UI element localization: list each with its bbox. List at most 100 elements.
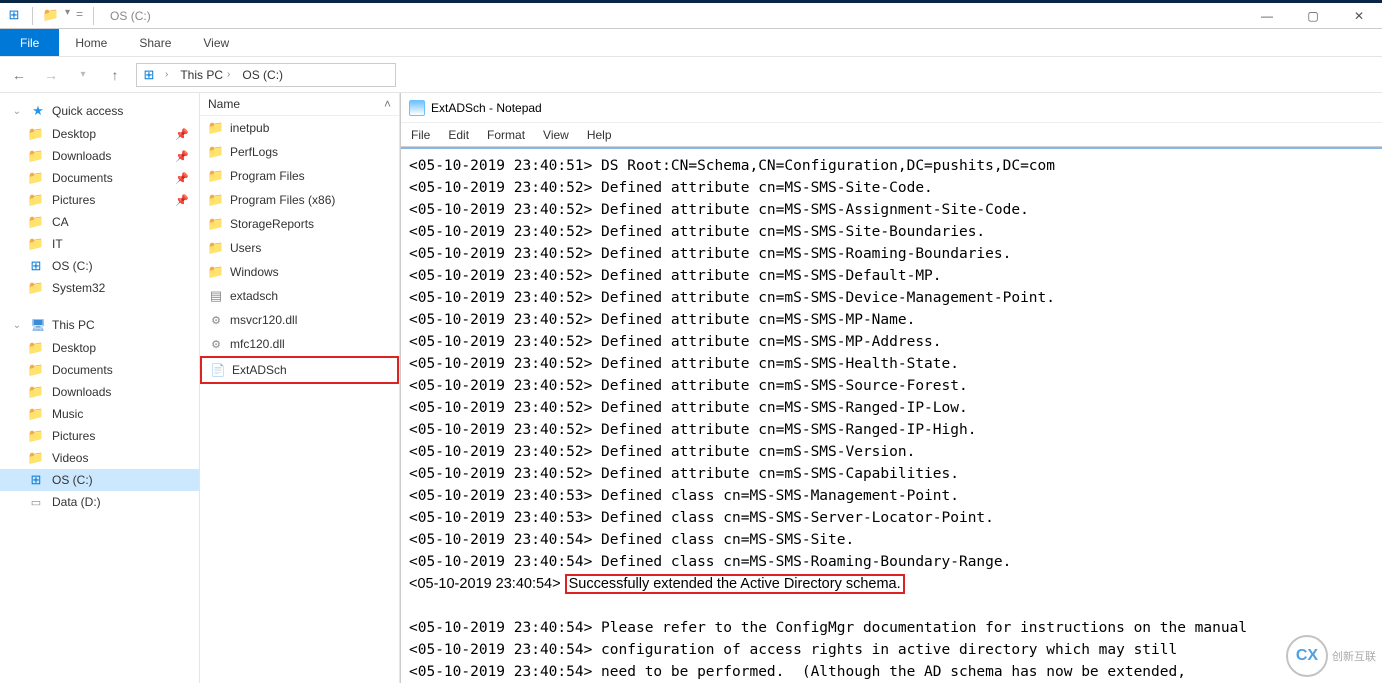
file-name: Program Files (x86) <box>230 193 335 207</box>
home-tab[interactable]: Home <box>59 29 123 56</box>
sidebar-item-label: CA <box>52 215 69 229</box>
recent-dropdown-icon[interactable]: ▾ <box>72 64 94 86</box>
menu-view[interactable]: View <box>543 128 569 142</box>
forward-button[interactable]: → <box>40 64 62 86</box>
folder-icon <box>28 384 44 400</box>
sidebar-item[interactable]: Desktop <box>0 337 199 359</box>
file-row[interactable]: StorageReports <box>200 212 399 236</box>
file-row[interactable]: inetpub <box>200 116 399 140</box>
quick-access-group[interactable]: ⌄ Quick access <box>0 99 199 123</box>
sidebar-item-label: Downloads <box>52 149 111 163</box>
menu-edit[interactable]: Edit <box>448 128 469 142</box>
sidebar-item[interactable]: OS (C:) <box>0 255 199 277</box>
sidebar-item[interactable]: IT <box>0 233 199 255</box>
pin-icon: 📌 <box>175 128 189 141</box>
navigation-bar: ← → ▾ ↑ › This PC› OS (C:) <box>0 57 1382 93</box>
file-name: extadsch <box>230 289 278 303</box>
sidebar-item[interactable]: Pictures📌 <box>0 189 199 211</box>
notepad-icon <box>409 100 425 116</box>
folder-icon <box>208 120 224 136</box>
folder-icon <box>28 280 44 296</box>
file-row[interactable]: Windows <box>200 260 399 284</box>
up-button[interactable]: ↑ <box>104 64 126 86</box>
explorer-titlebar: ▾ = OS (C:) — ▢ ✕ <box>0 3 1382 29</box>
file-name: Windows <box>230 265 279 279</box>
sidebar-item-label: OS (C:) <box>52 473 93 487</box>
file-name: inetpub <box>230 121 269 135</box>
column-name: Name <box>208 97 240 111</box>
menu-format[interactable]: Format <box>487 128 525 142</box>
sidebar-item-label: Music <box>52 407 83 421</box>
file-tab[interactable]: File <box>0 29 59 56</box>
highlighted-success-line: Successfully extended the Active Directo… <box>565 574 905 594</box>
osdisk-icon <box>28 258 44 274</box>
share-tab[interactable]: Share <box>123 29 187 56</box>
maximize-button[interactable]: ▢ <box>1290 3 1336 29</box>
sidebar-item-label: Pictures <box>52 429 95 443</box>
view-tab[interactable]: View <box>187 29 245 56</box>
ribbon: File Home Share View <box>0 29 1382 57</box>
sidebar-item[interactable]: Documents📌 <box>0 167 199 189</box>
file-row[interactable]: Program Files (x86) <box>200 188 399 212</box>
file-name: mfc120.dll <box>230 337 285 351</box>
breadcrumb-item[interactable]: This PC› <box>176 68 234 82</box>
folder-icon <box>28 450 44 466</box>
navigation-pane[interactable]: ⌄ Quick access Desktop 📌 Downloads 📌 Documen… <box>0 93 200 683</box>
folder-icon <box>208 168 224 184</box>
folder-icon <box>28 126 44 142</box>
file-list[interactable]: Name ˄ inetpub PerfLogs Program Files Progr… <box>200 93 400 683</box>
sidebar-item-label: Data (D:) <box>52 495 101 509</box>
sidebar-item[interactable]: Documents <box>0 359 199 381</box>
notepad-titlebar: ExtADSch - Notepad <box>401 93 1382 123</box>
folder-icon <box>208 240 224 256</box>
folder-icon <box>28 192 44 208</box>
file-row[interactable]: mfc120.dll <box>200 332 399 356</box>
this-pc-group[interactable]: ⌄ This PC <box>0 313 199 337</box>
file-name: StorageReports <box>230 217 314 231</box>
dll-icon <box>208 312 224 328</box>
sidebar-item[interactable]: Downloads 📌 <box>0 145 199 167</box>
sidebar-item-label: Desktop <box>52 127 96 141</box>
sidebar-item[interactable]: System32 <box>0 277 199 299</box>
folder-icon <box>28 236 44 252</box>
back-button[interactable]: ← <box>8 64 30 86</box>
qat-folder-icon[interactable] <box>43 7 59 23</box>
sidebar-item-label: Desktop <box>52 341 96 355</box>
star-icon <box>30 103 46 119</box>
sidebar-item-label: OS (C:) <box>52 259 93 273</box>
file-row[interactable]: msvcr120.dll <box>200 308 399 332</box>
sidebar-item[interactable]: CA <box>0 211 199 233</box>
sidebar-item[interactable]: Pictures <box>0 425 199 447</box>
folder-icon <box>28 214 44 230</box>
menu-file[interactable]: File <box>411 128 430 142</box>
pc-icon <box>30 317 46 333</box>
breadcrumb-item[interactable]: OS (C:) <box>238 68 287 82</box>
sidebar-item[interactable]: Downloads <box>0 381 199 403</box>
sidebar-item[interactable]: Desktop 📌 <box>0 123 199 145</box>
minimize-button[interactable]: — <box>1244 3 1290 29</box>
file-row[interactable]: extadsch <box>200 284 399 308</box>
sidebar-item[interactable]: OS (C:) <box>0 469 199 491</box>
file-row[interactable]: ExtADSch <box>200 356 399 384</box>
folder-icon <box>28 428 44 444</box>
file-row[interactable]: PerfLogs <box>200 140 399 164</box>
qat-equals-icon[interactable]: = <box>76 7 83 25</box>
pin-icon: 📌 <box>175 150 189 163</box>
close-button[interactable]: ✕ <box>1336 3 1382 29</box>
sidebar-item-label: Videos <box>52 451 88 465</box>
folder-icon <box>28 170 44 186</box>
sidebar-item[interactable]: Videos <box>0 447 199 469</box>
file-row[interactable]: Users <box>200 236 399 260</box>
column-header[interactable]: Name ˄ <box>200 93 399 116</box>
breadcrumb-root[interactable]: › <box>161 69 172 80</box>
qat-dropdown-icon[interactable]: ▾ <box>65 7 70 25</box>
file-name: PerfLogs <box>230 145 278 159</box>
menu-help[interactable]: Help <box>587 128 612 142</box>
dll-icon <box>208 336 224 352</box>
file-row[interactable]: Program Files <box>200 164 399 188</box>
sidebar-item[interactable]: Music <box>0 403 199 425</box>
sidebar-item-label: Documents <box>52 171 113 185</box>
address-bar[interactable]: › This PC› OS (C:) <box>136 63 396 87</box>
notepad-text-area[interactable]: <05-10-2019 23:40:51> DS Root:CN=Schema,… <box>401 147 1382 683</box>
sidebar-item[interactable]: Data (D:) <box>0 491 199 513</box>
